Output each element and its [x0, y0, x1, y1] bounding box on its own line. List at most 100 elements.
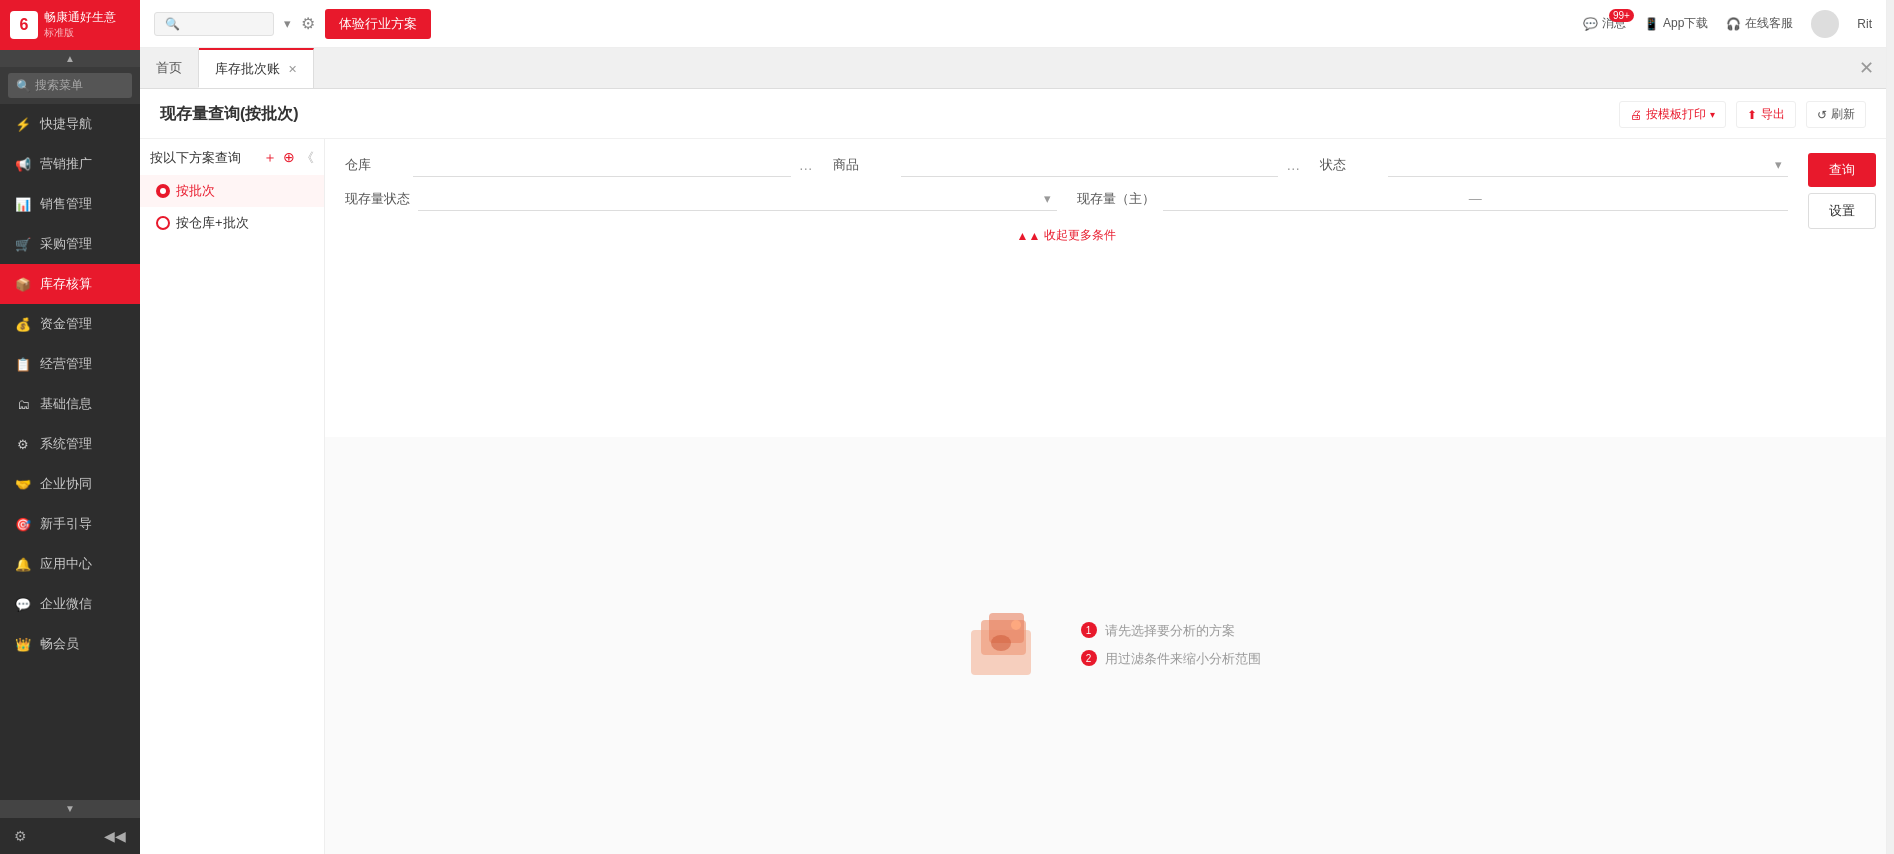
scheme-item-by-batch[interactable]: 按批次: [140, 175, 324, 207]
system-icon: ⚙: [14, 435, 32, 453]
finance-icon: 💰: [14, 315, 32, 333]
sidebar-item-label: 基础信息: [40, 395, 92, 413]
sidebar-item-label: 资金管理: [40, 315, 92, 333]
collapse-label: 收起更多条件: [1044, 227, 1116, 244]
tip-text-1: 请先选择要分析的方案: [1105, 622, 1235, 640]
quantity-to-input[interactable]: [1486, 187, 1788, 210]
quantity-label: 现存量（主）: [1077, 190, 1155, 208]
product-more-icon[interactable]: …: [1286, 157, 1300, 173]
query-button[interactable]: 查询: [1808, 153, 1876, 187]
topbar-search-icon: 🔍: [165, 17, 180, 31]
topbar-gear-icon[interactable]: ⚙: [301, 14, 315, 33]
tip-num-1: 1: [1081, 622, 1097, 638]
online-service-button[interactable]: 🎧 在线客服: [1726, 15, 1793, 32]
phone-icon: 📱: [1644, 17, 1659, 31]
quantity-from-input[interactable]: [1163, 187, 1465, 210]
export-button[interactable]: ⬆ 导出: [1736, 101, 1796, 128]
quantity-field: 现存量（主） —: [1077, 187, 1789, 211]
message-icon: 💬: [1583, 17, 1598, 31]
sidebar-header: 6 畅康通好生意 标准版: [0, 0, 140, 50]
scheme-item-by-warehouse-batch[interactable]: 按仓库+批次: [140, 207, 324, 239]
print-button[interactable]: 🖨 按模板打印 ▾: [1619, 101, 1726, 128]
tab-home[interactable]: 首页: [140, 49, 199, 87]
topbar-search[interactable]: 🔍: [154, 12, 274, 36]
search-icon: 🔍: [16, 79, 31, 93]
sidebar-item-system[interactable]: ⚙ 系统管理: [0, 424, 140, 464]
sidebar-item-sales[interactable]: 📊 销售管理: [0, 184, 140, 224]
sidebar-item-label: 企业协同: [40, 475, 92, 493]
scheme-add-icon[interactable]: ＋: [263, 149, 277, 167]
topbar: 🔍 ▾ ⚙ 体验行业方案 💬 消息 99+ 📱 App下载 🎧 在线客服 Rit: [140, 0, 1886, 48]
sidebar-search-container[interactable]: 🔍 搜索菜单: [0, 67, 140, 104]
collapse-icon[interactable]: ◀◀: [104, 828, 126, 844]
collapse-button[interactable]: ▲▲ 收起更多条件: [1017, 227, 1117, 244]
inventory-status-select[interactable]: ▾: [418, 187, 1057, 211]
status-select[interactable]: ▾: [1388, 153, 1788, 177]
sales-icon: 📊: [14, 195, 32, 213]
refresh-button[interactable]: ↺ 刷新: [1806, 101, 1866, 128]
sidebar-item-operations[interactable]: 📋 经营管理: [0, 344, 140, 384]
filter-actions-row: ▲▲ 收起更多条件: [345, 221, 1788, 250]
sidebar-scroll-up[interactable]: ▲: [0, 50, 140, 67]
refresh-icon: ↺: [1817, 108, 1827, 122]
warehouse-more-icon[interactable]: …: [799, 157, 813, 173]
sidebar-item-member[interactable]: 👑 畅会员: [0, 624, 140, 664]
settings-button[interactable]: 设置: [1808, 193, 1876, 229]
tabs-close-all-button[interactable]: ✕: [1847, 57, 1886, 79]
print-icon: 🖨: [1630, 108, 1642, 122]
sidebar-item-appstore[interactable]: 🔔 应用中心: [0, 544, 140, 584]
status-field: 状态 ▾: [1320, 153, 1788, 177]
sidebar-item-wechat[interactable]: 💬 企业微信: [0, 584, 140, 624]
app-edition: 标准版: [44, 26, 116, 40]
sidebar-nav: ⚡ 快捷导航 📢 营销推广 📊 销售管理 🛒 采购管理 📦 库存核算 💰 资金管…: [0, 104, 140, 800]
marketing-icon: 📢: [14, 155, 32, 173]
print-dropdown-icon[interactable]: ▾: [1710, 109, 1715, 120]
refresh-label: 刷新: [1831, 106, 1855, 123]
sidebar-item-label: 销售管理: [40, 195, 92, 213]
tab-inventory-batch[interactable]: 库存批次账 ✕: [199, 48, 314, 88]
range-separator: —: [1469, 191, 1482, 206]
app-download-button[interactable]: 📱 App下载: [1644, 15, 1708, 32]
inventory-status-field: 现存量状态 ▾: [345, 187, 1057, 211]
sidebar-item-inventory[interactable]: 📦 库存核算: [0, 264, 140, 304]
sidebar-item-finance[interactable]: 💰 资金管理: [0, 304, 140, 344]
empty-illustration: [951, 595, 1051, 695]
tab-close-icon[interactable]: ✕: [288, 63, 297, 76]
settings-icon[interactable]: ⚙: [14, 828, 27, 844]
tip-num-2: 2: [1081, 650, 1097, 666]
sidebar-scroll-down[interactable]: ▼: [0, 800, 140, 817]
empty-tips: 1 请先选择要分析的方案 2 用过滤条件来缩小分析范围: [1081, 622, 1261, 668]
trial-button[interactable]: 体验行业方案: [325, 9, 431, 39]
warehouse-label: 仓库: [345, 156, 405, 174]
sidebar-item-quick-nav[interactable]: ⚡ 快捷导航: [0, 104, 140, 144]
scheme-dot-inner: [160, 188, 166, 194]
scheme-settings-icon[interactable]: ⊕: [283, 149, 295, 167]
tab-inventory-batch-label: 库存批次账: [215, 60, 280, 78]
export-icon: ⬆: [1747, 108, 1757, 122]
app-logo: 6: [10, 11, 38, 39]
messages-button[interactable]: 💬 消息 99+: [1583, 15, 1626, 32]
sidebar-item-label: 新手引导: [40, 515, 92, 533]
sidebar-item-enterprise[interactable]: 🤝 企业协同: [0, 464, 140, 504]
filter-row-2: 现存量状态 ▾ 现存量（主） —: [345, 187, 1788, 211]
warehouse-input[interactable]: [413, 153, 791, 177]
sidebar-item-label: 经营管理: [40, 355, 92, 373]
sidebar-item-newbie[interactable]: 🎯 新手引导: [0, 504, 140, 544]
product-input[interactable]: [901, 153, 1279, 177]
avatar[interactable]: [1811, 10, 1839, 38]
right-panel: [1886, 0, 1894, 854]
scheme-collapse-icon[interactable]: 《: [301, 149, 314, 167]
scheme-dot-active: [156, 184, 170, 198]
messages-badge: 99+: [1609, 9, 1634, 22]
sidebar-search-inner[interactable]: 🔍 搜索菜单: [8, 73, 132, 98]
scheme-panel: 按以下方案查询 ＋ ⊕ 《 按批次 按仓库+批次: [140, 139, 325, 854]
svg-point-3: [991, 635, 1011, 651]
export-label: 导出: [1761, 106, 1785, 123]
username-label[interactable]: Rit: [1857, 17, 1872, 31]
sidebar-item-marketing[interactable]: 📢 营销推广: [0, 144, 140, 184]
sidebar-item-basic[interactable]: 🗂 基础信息: [0, 384, 140, 424]
scheme-dot-inactive: [156, 216, 170, 230]
tabs-bar: 首页 库存批次账 ✕ ✕: [140, 48, 1886, 89]
sidebar-item-purchase[interactable]: 🛒 采购管理: [0, 224, 140, 264]
topbar-dropdown-icon[interactable]: ▾: [284, 16, 291, 31]
